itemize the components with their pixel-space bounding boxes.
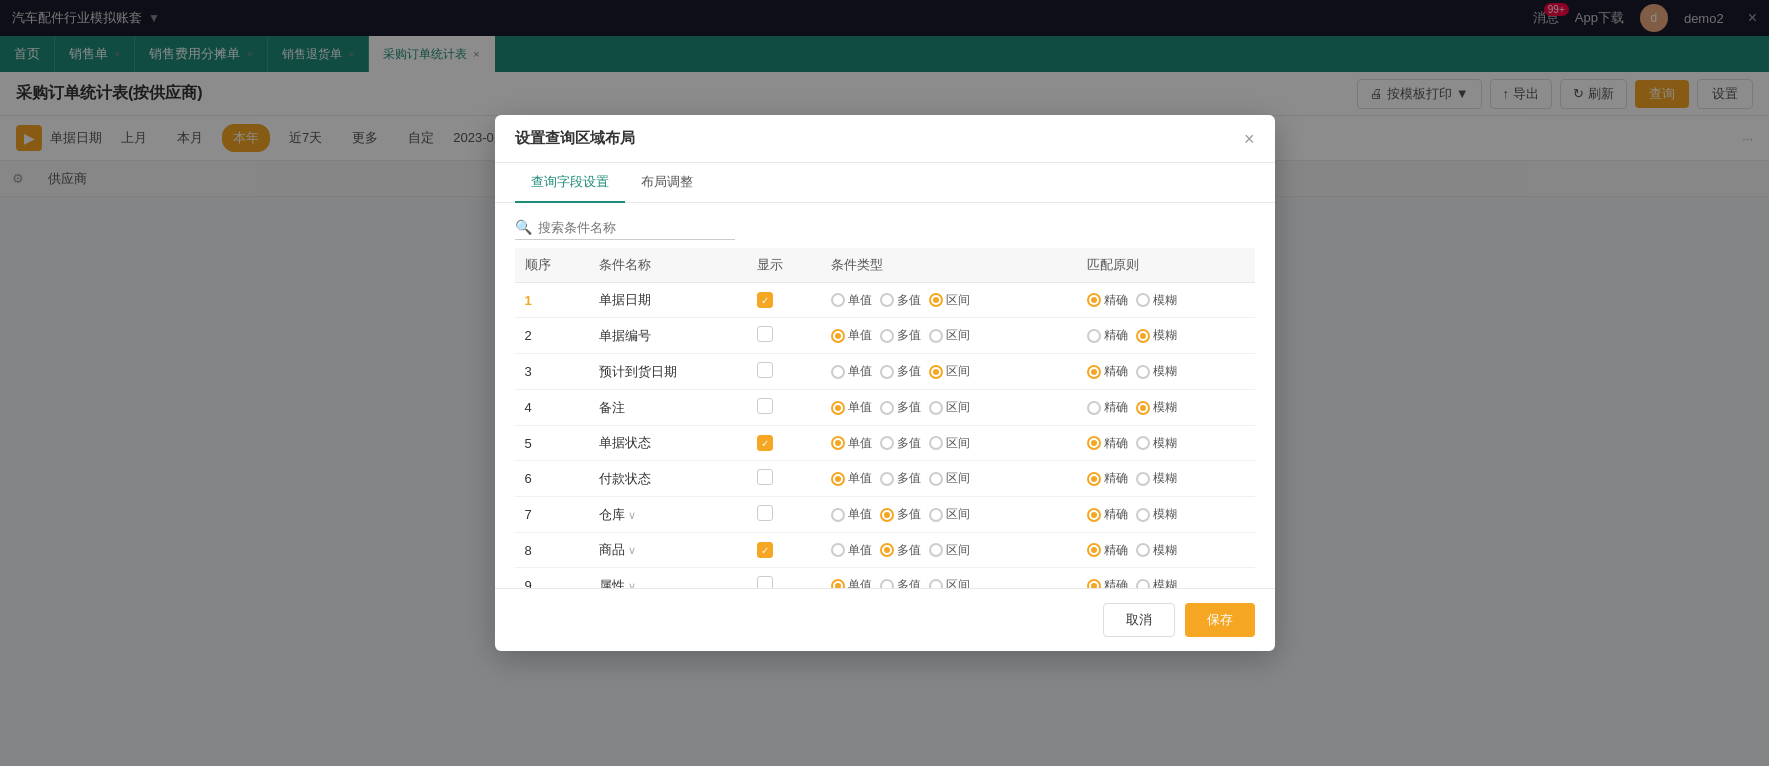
modal-overlay: 设置查询区域布局 × 查询字段设置 布局调整 🔍 顺序 条件名称 显示 [0,0,1769,197]
modal-header: 设置查询区域布局 × [495,115,1275,163]
settings-modal: 设置查询区域布局 × 查询字段设置 布局调整 🔍 顺序 条件名称 显示 [495,115,1275,197]
tab-query-fields[interactable]: 查询字段设置 [515,163,625,197]
modal-title: 设置查询区域布局 [515,129,635,148]
tab-layout-adjust[interactable]: 布局调整 [625,163,709,197]
modal-close-button[interactable]: × [1244,130,1255,148]
modal-tabs: 查询字段设置 布局调整 [495,163,1275,197]
